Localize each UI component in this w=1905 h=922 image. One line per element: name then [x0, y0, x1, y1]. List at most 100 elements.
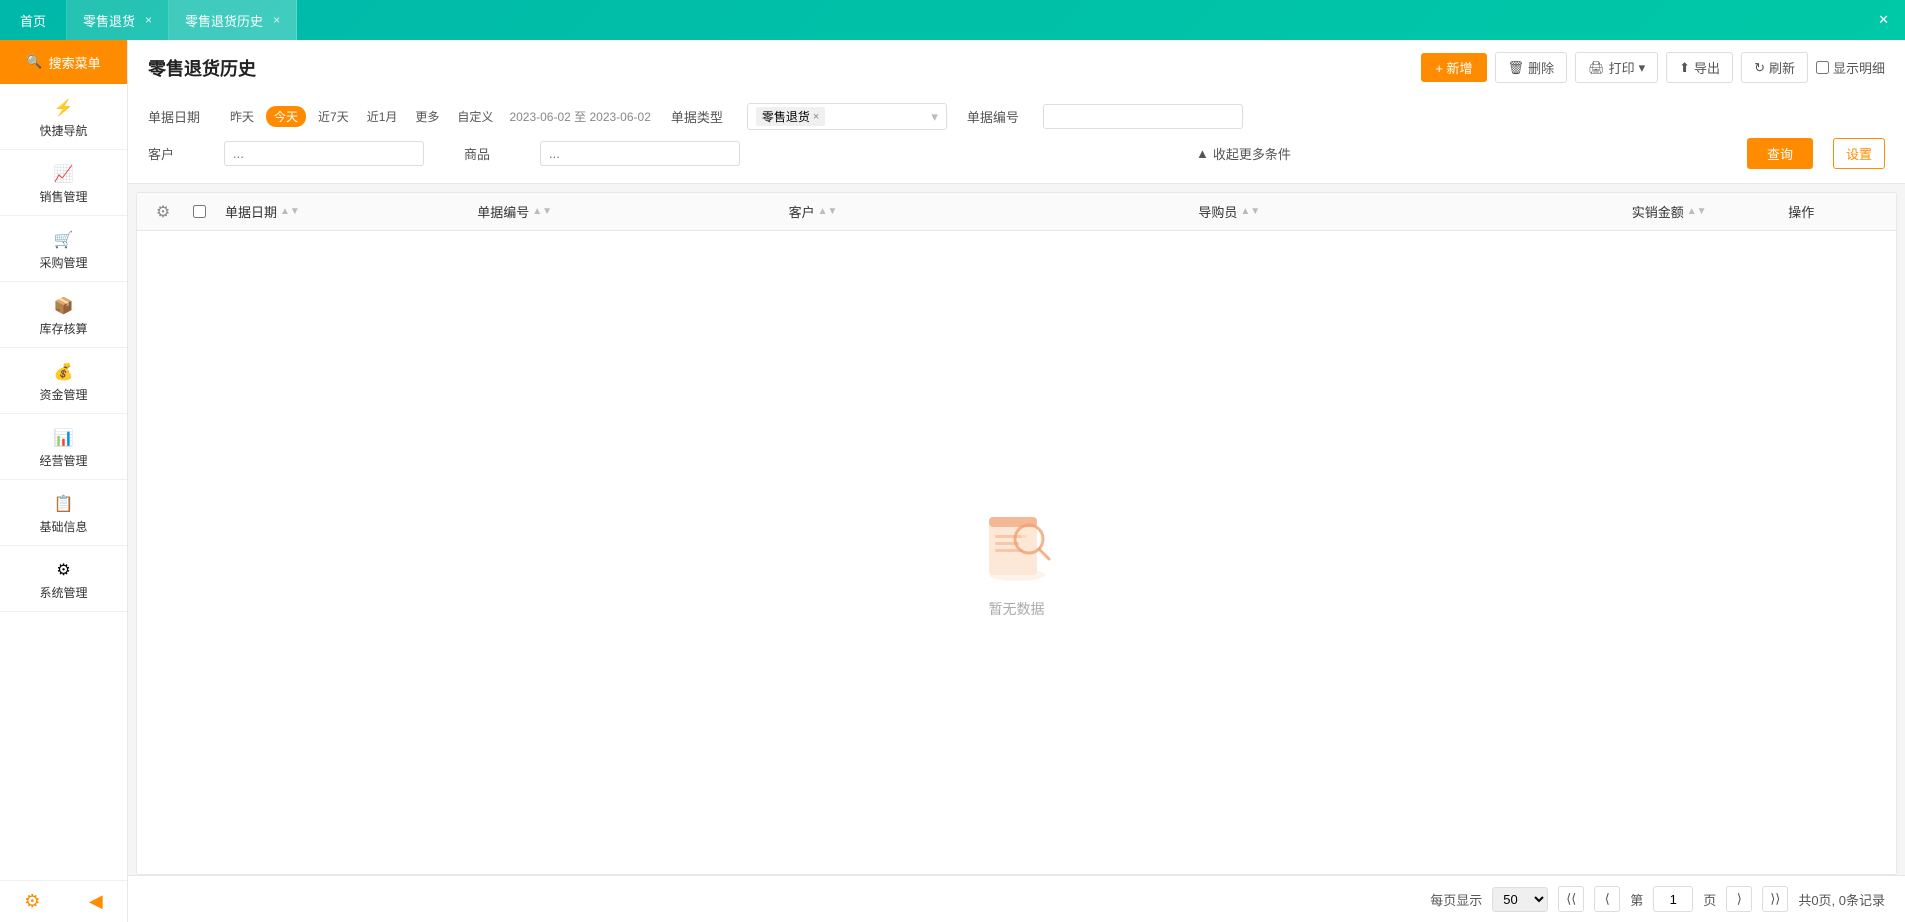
page-title-row: 零售退货历史 + 新增 🗑 删除 🖨 打印 ▾ ⬆ 导出 [148, 52, 1885, 83]
date-range-display: 2023-06-02 至 2023-06-02 [509, 108, 650, 125]
sidebar-item-quick-nav[interactable]: ⚡ 快捷导航 [0, 84, 127, 150]
th-amount-sort-icon: ▲▼ [1687, 207, 1707, 217]
th-customer-sort-icon: ▲▼ [818, 207, 838, 217]
table-settings-btn[interactable]: ⚙ [145, 202, 181, 222]
add-button[interactable]: + 新增 [1421, 53, 1486, 82]
top-bar: 首页 零售退货 × 零售退货历史 × ✕ [0, 0, 1905, 40]
sidebar-item-inventory[interactable]: 📦 库存核算 [0, 282, 127, 348]
page-first-btn[interactable]: ⟨⟨ [1558, 886, 1584, 912]
th-date[interactable]: 单据日期 ▲▼ [217, 202, 469, 221]
delete-icon: 🗑 [1508, 60, 1525, 76]
empty-text: 暂无数据 [989, 599, 1045, 619]
sidebar-item-sales-label: 销售管理 [39, 188, 87, 205]
collapse-filters-btn[interactable]: ▲ 收起更多条件 [1196, 144, 1291, 163]
sidebar-item-basic-info-label: 基础信息 [39, 518, 87, 535]
date-filter-label: 单据日期 [148, 107, 204, 126]
quick-nav-icon: ⚡ [54, 98, 74, 118]
tab-retail-return[interactable]: 零售退货 × [67, 0, 169, 40]
date-btn-yesterday[interactable]: 昨天 [224, 106, 260, 127]
page-last-btn[interactable]: ⟩⟩ [1762, 886, 1788, 912]
date-btn-7days[interactable]: 近7天 [312, 106, 355, 127]
th-guide[interactable]: 导购员 ▲▼ [1190, 202, 1501, 221]
date-btn-1month[interactable]: 近1月 [361, 106, 404, 127]
goods-filter-input[interactable] [540, 141, 740, 166]
sidebar-item-operations[interactable]: 📊 经营管理 [0, 414, 127, 480]
empty-state: 暂无数据 [137, 231, 1896, 874]
page-label: 第 [1630, 890, 1643, 909]
sidebar-search[interactable]: 🔍 搜索菜单 [0, 40, 127, 84]
tab-retail-return-history[interactable]: 零售退货历史 × [169, 0, 297, 40]
purchase-icon: 🛒 [54, 230, 74, 250]
table-select-all[interactable] [181, 205, 217, 218]
show-detail-checkbox[interactable] [1816, 61, 1829, 74]
th-customer[interactable]: 客户 ▲▼ [781, 202, 1191, 221]
page-next-btn[interactable]: ⟩ [1726, 886, 1752, 912]
show-detail-checkbox-wrapper[interactable]: 显示明细 [1816, 58, 1885, 77]
date-filter-buttons: 昨天 今天 近7天 近1月 更多 自定义 2023-06-02 至 2023-0… [224, 106, 651, 127]
sidebar-settings-btn[interactable]: ⚙ [24, 891, 40, 912]
inventory-icon: 📦 [54, 296, 74, 316]
refresh-icon: ↻ [1754, 60, 1765, 76]
date-btn-today[interactable]: 今天 [266, 106, 306, 127]
print-button[interactable]: 🖨 打印 ▾ [1575, 52, 1658, 83]
per-page-select[interactable]: 10 20 50 100 [1492, 887, 1548, 912]
tab-retail-return-history-close[interactable]: × [273, 13, 280, 27]
sidebar-item-finance-label: 资金管理 [39, 386, 87, 403]
sidebar-item-system[interactable]: ⚙ 系统管理 [0, 546, 127, 612]
select-all-checkbox[interactable] [193, 205, 206, 218]
sidebar-item-basic-info[interactable]: 📋 基础信息 [0, 480, 127, 546]
main-layout: 🔍 搜索菜单 ⚡ 快捷导航 📈 销售管理 🛒 采购管理 📦 库存核算 💰 资金管… [0, 40, 1905, 922]
page-suffix: 页 [1703, 890, 1716, 909]
type-tag-close[interactable]: × [813, 111, 819, 123]
tab-retail-return-close[interactable]: × [145, 13, 152, 27]
sidebar-item-finance[interactable]: 💰 资金管理 [0, 348, 127, 414]
sidebar-item-purchase-label: 采购管理 [39, 254, 87, 271]
finance-icon: 💰 [54, 362, 74, 382]
th-guide-label: 导购员 [1198, 202, 1237, 221]
sidebar-search-label: 搜索菜单 [49, 53, 101, 72]
export-button[interactable]: ⬆ 导出 [1666, 52, 1733, 83]
sidebar-item-sales[interactable]: 📈 销售管理 [0, 150, 127, 216]
type-tag-label: 零售退货 [762, 108, 810, 125]
th-amount-label: 实销金额 [1632, 202, 1684, 221]
th-action: 操作 [1715, 202, 1889, 221]
customer-filter-input[interactable] [224, 141, 424, 166]
customer-filter-label: 客户 [148, 144, 204, 163]
tab-home[interactable]: 首页 [0, 0, 67, 40]
collapse-label: 收起更多条件 [1213, 144, 1291, 163]
number-filter-input[interactable] [1043, 104, 1243, 129]
window-close-icon[interactable]: ✕ [1878, 12, 1889, 28]
settings-query-button[interactable]: 设置 [1833, 138, 1885, 169]
total-label: 共0页, 0条记录 [1798, 890, 1885, 909]
date-btn-more[interactable]: 更多 [409, 106, 445, 127]
top-bar-close[interactable]: ✕ [1862, 12, 1905, 28]
page-prev-btn[interactable]: ⟨ [1594, 886, 1620, 912]
collapse-icon: ▲ [1196, 146, 1209, 161]
type-filter-label: 单据类型 [671, 107, 727, 126]
print-icon: 🖨 [1588, 60, 1605, 76]
th-amount[interactable]: 实销金额 ▲▼ [1502, 202, 1715, 221]
tab-home-label: 首页 [20, 11, 46, 30]
print-dropdown-icon: ▾ [1639, 60, 1646, 76]
filter-row-2: 客户 商品 ▲ 收起更多条件 查询 设置 [148, 138, 1885, 169]
tab-bar: 首页 零售退货 × 零售退货历史 × [0, 0, 1862, 40]
delete-button[interactable]: 🗑 删除 [1495, 52, 1568, 83]
page-header: 零售退货历史 + 新增 🗑 删除 🖨 打印 ▾ ⬆ 导出 [128, 40, 1905, 184]
th-date-sort-icon: ▲▼ [280, 207, 300, 217]
print-label: 打印 [1609, 58, 1635, 77]
tab-retail-return-history-label: 零售退货历史 [185, 11, 263, 30]
type-filter-select[interactable]: 零售退货 × ▾ [747, 103, 947, 130]
system-icon: ⚙ [56, 560, 70, 580]
th-date-label: 单据日期 [225, 202, 277, 221]
page-number-input[interactable]: 1 [1653, 886, 1693, 912]
sidebar-bottom: ⚙ ◀ [0, 880, 127, 922]
th-number[interactable]: 单据编号 ▲▼ [469, 202, 780, 221]
date-btn-custom[interactable]: 自定义 [451, 106, 499, 127]
sidebar-collapse-btn[interactable]: ◀ [89, 891, 103, 912]
query-button[interactable]: 查询 [1747, 138, 1813, 169]
table-header: ⚙ 单据日期 ▲▼ 单据编号 ▲▼ 客户 ▲▼ 导购员 [137, 193, 1896, 231]
sidebar-item-purchase[interactable]: 🛒 采购管理 [0, 216, 127, 282]
sidebar-item-quick-nav-label: 快捷导航 [39, 122, 87, 139]
refresh-button[interactable]: ↻ 刷新 [1741, 52, 1808, 83]
goods-filter-label: 商品 [464, 144, 520, 163]
